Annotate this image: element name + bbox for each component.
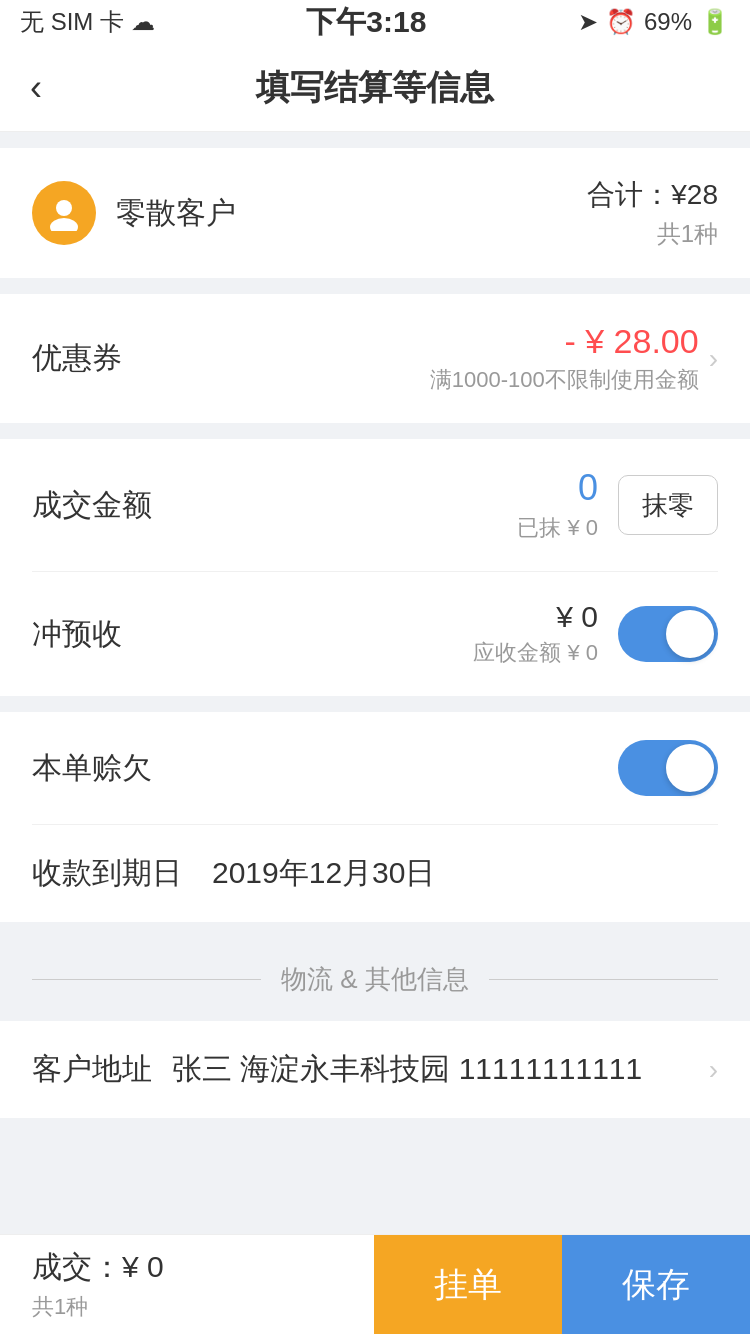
customer-section: 零散客户 合计：¥28 共1种 (0, 148, 750, 278)
battery-icon: 🔋 (700, 8, 730, 36)
status-time: 下午3:18 (306, 2, 426, 43)
status-right: ➤ ⏰ 69% 🔋 (578, 8, 730, 36)
back-button[interactable]: ‹ (30, 67, 42, 109)
debt-toggle-knob (666, 744, 714, 792)
prepayment-label: 冲预收 (32, 614, 122, 655)
hang-button[interactable]: 挂单 (374, 1235, 562, 1335)
address-chevron-icon: › (709, 1054, 718, 1086)
status-bar: 无 SIM 卡 ☁ 下午3:18 ➤ ⏰ 69% 🔋 (0, 0, 750, 44)
coupon-section[interactable]: 优惠券 - ¥ 28.00 满1000-100不限制使用金额 › (0, 294, 750, 423)
round-button[interactable]: 抹零 (618, 475, 718, 535)
amount-value: 0 (517, 467, 598, 509)
sim-text: 无 SIM 卡 ☁ (20, 6, 155, 38)
location-icon: ➤ (578, 8, 598, 36)
due-date-row: 收款到期日 2019年12月30日 (0, 825, 750, 922)
customer-row: 零散客户 合计：¥28 共1种 (0, 148, 750, 278)
user-icon (46, 195, 82, 231)
coupon-label: 优惠券 (32, 338, 122, 379)
logistics-header: 物流 & 其他信息 (0, 938, 750, 1021)
debt-section: 本单赊欠 收款到期日 2019年12月30日 (0, 712, 750, 922)
svg-point-0 (56, 200, 72, 216)
chevron-right-icon: › (709, 343, 718, 375)
save-button[interactable]: 保存 (562, 1235, 750, 1335)
bottom-bar: 成交：¥ 0 共1种 挂单 保存 (0, 1234, 750, 1334)
logistics-line-left (32, 979, 261, 980)
bottom-deal: 成交：¥ 0 (32, 1247, 342, 1288)
address-row[interactable]: 客户地址 张三 海淀永丰科技园 11111111111 › (0, 1021, 750, 1118)
customer-name: 零散客户 (116, 193, 236, 234)
debt-toggle[interactable] (618, 740, 718, 796)
prepayment-toggle[interactable] (618, 606, 718, 662)
due-date-label: 收款到期日 (32, 853, 182, 894)
bottom-summary: 成交：¥ 0 共1种 (0, 1247, 374, 1322)
customer-count: 共1种 (587, 218, 718, 250)
status-left: 无 SIM 卡 ☁ (20, 6, 155, 38)
address-value: 张三 海淀永丰科技园 11111111111 (172, 1049, 709, 1090)
toggle-knob (666, 610, 714, 658)
amount-row: 成交金额 0 已抹 ¥ 0 抹零 (0, 439, 750, 571)
bottom-count: 共1种 (32, 1292, 342, 1322)
deal-label: 成交： (32, 1250, 122, 1283)
avatar (32, 181, 96, 245)
debt-row: 本单赊欠 (0, 712, 750, 824)
logistics-text: 物流 & 其他信息 (261, 962, 489, 997)
amount-label: 成交金额 (32, 485, 152, 526)
due-date-value: 2019年12月30日 (212, 853, 435, 894)
prepayment-row: 冲预收 ¥ 0 应收金额 ¥ 0 (0, 572, 750, 696)
amount-section: 成交金额 0 已抹 ¥ 0 抹零 冲预收 ¥ 0 应收金额 ¥ 0 (0, 439, 750, 696)
battery-text: 69% (644, 8, 692, 36)
nav-bar: ‹ 填写结算等信息 (0, 44, 750, 132)
address-label: 客户地址 (32, 1049, 152, 1090)
coupon-discount: - ¥ 28.00 (430, 322, 699, 361)
debt-label: 本单赊欠 (32, 748, 152, 789)
coupon-row[interactable]: 优惠券 - ¥ 28.00 满1000-100不限制使用金额 › (0, 294, 750, 423)
logistics-line-right (489, 979, 718, 980)
svg-point-1 (50, 218, 78, 231)
prepayment-sub: 应收金额 ¥ 0 (473, 638, 598, 668)
alarm-icon: ⏰ (606, 8, 636, 36)
page-title: 填写结算等信息 (256, 65, 494, 111)
coupon-description: 满1000-100不限制使用金额 (430, 365, 699, 395)
amount-sub: 已抹 ¥ 0 (517, 513, 598, 543)
address-section[interactable]: 客户地址 张三 海淀永丰科技园 11111111111 › (0, 1021, 750, 1118)
customer-total: 合计：¥28 (587, 176, 718, 214)
deal-value: ¥ 0 (122, 1250, 164, 1283)
prepayment-amount: ¥ 0 (473, 600, 598, 634)
